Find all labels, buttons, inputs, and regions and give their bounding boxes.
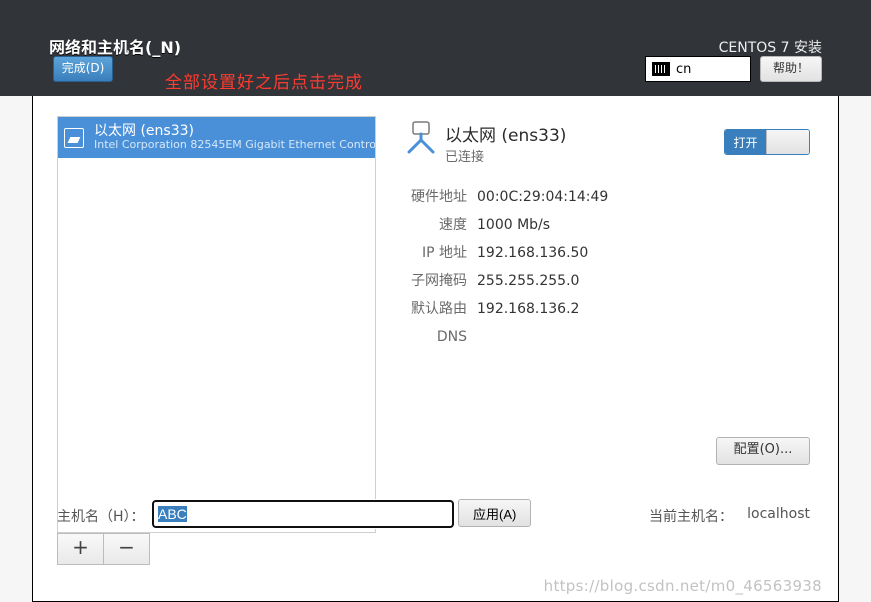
content-area: 以太网 (ens33) Intel Corporation 82545EM Gi… <box>32 96 839 602</box>
current-hostname-label: 当前主机名： <box>649 506 733 526</box>
installer-window: 网络和主机名(_N) 完成(D) 全部设置好之后点击完成 CENTOS 7 安装… <box>0 0 871 602</box>
ethernet-icon <box>64 128 84 148</box>
property-label: DNS <box>389 323 467 351</box>
annotation-text: 全部设置好之后点击完成 <box>165 68 363 93</box>
property-label: 硬件地址 <box>389 183 467 211</box>
property-value: 192.168.136.50 <box>477 239 588 267</box>
property-row: 子网掩码 255.255.255.0 <box>389 267 608 295</box>
keyboard-layout-selector[interactable]: cn <box>645 56 751 82</box>
page-title: 网络和主机名(_N) <box>49 34 181 58</box>
keyboard-icon <box>652 62 670 76</box>
property-row: IP 地址 192.168.136.50 <box>389 239 608 267</box>
ethernet-large-icon <box>403 120 437 154</box>
toggle-knob <box>766 130 809 154</box>
current-hostname-value: localhost <box>747 506 810 522</box>
device-list[interactable]: 以太网 (ens33) Intel Corporation 82545EM Gi… <box>57 116 376 533</box>
help-button[interactable]: 帮助！ <box>760 56 822 82</box>
property-value: 255.255.255.0 <box>477 267 579 295</box>
apply-button[interactable]: 应用(A) <box>458 499 531 527</box>
property-label: 子网掩码 <box>389 267 467 295</box>
property-label: 速度 <box>389 211 467 239</box>
property-label: 默认路由 <box>389 295 467 323</box>
property-row: 默认路由 192.168.136.2 <box>389 295 608 323</box>
property-row: 硬件地址 00:0C:29:04:14:49 <box>389 183 608 211</box>
connection-toggle[interactable]: 打开 <box>724 129 810 155</box>
device-name: 以太网 (ens33) <box>94 123 375 139</box>
header-bar: 网络和主机名(_N) 完成(D) 全部设置好之后点击完成 CENTOS 7 安装… <box>0 0 871 96</box>
device-list-buttons: + − <box>57 533 150 565</box>
toggle-on-label: 打开 <box>725 130 766 154</box>
property-value: 1000 Mb/s <box>477 211 550 239</box>
keyboard-layout-value: cn <box>676 62 691 77</box>
property-value: 00:0C:29:04:14:49 <box>477 183 608 211</box>
property-row: 速度 1000 Mb/s <box>389 211 608 239</box>
device-list-item[interactable]: 以太网 (ens33) Intel Corporation 82545EM Gi… <box>58 117 375 158</box>
hostname-input[interactable] <box>152 500 454 528</box>
property-table: 硬件地址 00:0C:29:04:14:49 速度 1000 Mb/s IP 地址 192… <box>389 183 608 351</box>
detail-status: 已连接 <box>445 146 484 165</box>
detail-title: 以太网 (ens33) <box>445 121 566 146</box>
property-row: DNS <box>389 323 608 351</box>
brand-label: CENTOS 7 安装 <box>719 37 822 57</box>
configure-button[interactable]: 配置(O)... <box>716 437 810 465</box>
device-subtitle: Intel Corporation 82545EM Gigabit Ethern… <box>94 139 375 152</box>
watermark: https://blog.csdn.net/m0_46563938 <box>544 577 822 595</box>
property-value: 192.168.136.2 <box>477 295 579 323</box>
done-button[interactable]: 完成(D) <box>53 56 113 82</box>
add-device-button[interactable]: + <box>57 533 104 565</box>
property-label: IP 地址 <box>389 239 467 267</box>
remove-device-button[interactable]: − <box>104 533 150 565</box>
hostname-label: 主机名（H）： <box>57 506 145 526</box>
